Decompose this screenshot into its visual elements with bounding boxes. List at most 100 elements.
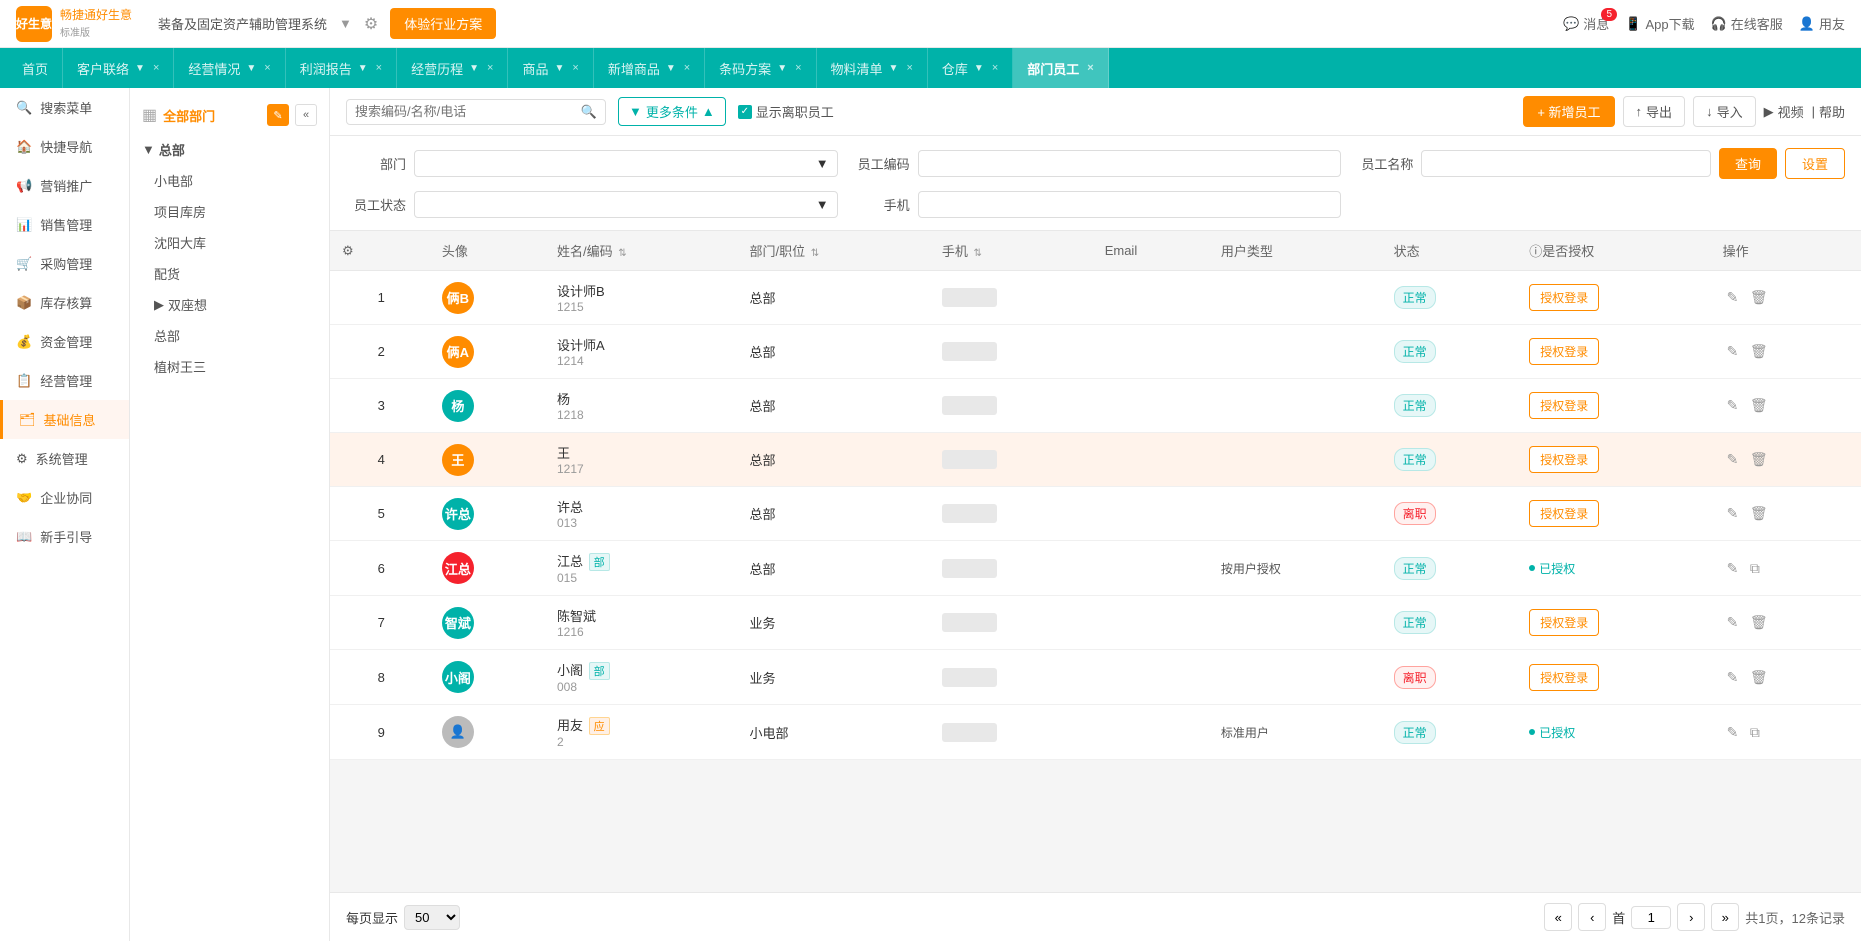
query-btn[interactable]: 查询 (1719, 148, 1777, 179)
more-filter-btn[interactable]: ▼ 更多条件 ▲ (618, 97, 726, 126)
help-btn[interactable]: | 帮助 (1812, 96, 1845, 127)
edit-btn[interactable]: ✎ (1723, 395, 1743, 416)
tab-goods[interactable]: 商品 ▼ × (508, 48, 593, 88)
tab-operation-status[interactable]: 经营情况 ▼ × (174, 48, 285, 88)
auth-login-btn[interactable]: 授权登录 (1529, 392, 1599, 419)
delete-btn[interactable]: 🗑 (1746, 503, 1772, 524)
emp-name-input[interactable] (1421, 150, 1711, 177)
sidebar-item-inventory[interactable]: 📦 库存核算 (0, 283, 129, 322)
settings-icon[interactable]: ⚙ (364, 14, 378, 34)
edit-btn[interactable]: ✎ (1723, 667, 1743, 688)
col-name[interactable]: 姓名/编码 ⇅ (545, 231, 737, 271)
export-btn[interactable]: ↑ 导出 (1623, 96, 1686, 127)
dept-tree-item-zhishu[interactable]: 植树王三 (130, 351, 329, 382)
dept-tree-item-root[interactable]: ▼ 总部 (130, 134, 329, 165)
emp-code-input[interactable] (918, 150, 1342, 177)
tab-biz-journey[interactable]: 经营历程 ▼ × (397, 48, 508, 88)
dept-select[interactable]: ▼ (414, 150, 838, 177)
first-page-btn[interactable]: « (1544, 903, 1572, 931)
delete-btn[interactable]: 🗑 (1746, 667, 1772, 688)
sidebar-item-guide[interactable]: 📖 新手引导 (0, 517, 129, 556)
last-page-btn[interactable]: » (1711, 903, 1739, 931)
tab-biz-journey-close[interactable]: × (487, 62, 493, 74)
sidebar-item-enterprise[interactable]: 🤝 企业协同 (0, 478, 129, 517)
add-employee-btn[interactable]: + 新增员工 (1523, 96, 1614, 127)
auth-login-btn[interactable]: 授权登录 (1529, 609, 1599, 636)
tab-op-close[interactable]: × (264, 62, 270, 74)
tab-profit-close[interactable]: × (376, 62, 382, 74)
tab-warehouse-close[interactable]: × (992, 62, 998, 74)
show-resigned-toggle[interactable]: ✓ 显示离职员工 (738, 102, 834, 121)
search-input-wrapper[interactable]: 🔍 (346, 99, 606, 125)
tab-warehouse[interactable]: 仓库 ▼ × (928, 48, 1013, 88)
tab-customer-close[interactable]: × (153, 62, 159, 74)
tab-barcode-close[interactable]: × (795, 62, 801, 74)
tab-bom[interactable]: 物料清单 ▼ × (817, 48, 928, 88)
system-title-arrow[interactable]: ▼ (339, 16, 352, 31)
tab-profit[interactable]: 利润报告 ▼ × (286, 48, 397, 88)
col-phone[interactable]: 手机 ⇅ (930, 231, 1093, 271)
sidebar-item-operation[interactable]: 📋 经营管理 (0, 361, 129, 400)
delete-btn[interactable]: 🗑 (1746, 612, 1772, 633)
dept-tree-item-library[interactable]: 项目库房 (130, 196, 329, 227)
dept-tree-item-shenyang[interactable]: 沈阳大库 (130, 227, 329, 258)
user-avatar-item[interactable]: 👤 用友 (1799, 14, 1845, 33)
auth-login-btn[interactable]: 授权登录 (1529, 338, 1599, 365)
search-submit-icon[interactable]: 🔍 (581, 104, 597, 120)
col-settings[interactable]: ⚙ (330, 231, 366, 271)
emp-status-select[interactable]: ▼ (414, 191, 838, 218)
online-service-item[interactable]: 🎧 在线客服 (1711, 14, 1783, 33)
delete-btn[interactable]: 🗑 (1746, 395, 1772, 416)
delete-btn[interactable]: 🗑 (1746, 341, 1772, 362)
dept-tree-item-shuangzuo[interactable]: ▶ 双座想 (130, 289, 329, 320)
edit-btn[interactable]: ✎ (1723, 612, 1743, 633)
edit-btn[interactable]: ✎ (1723, 341, 1743, 362)
edit-btn[interactable]: ✎ (1723, 449, 1743, 470)
dept-tree-item-xiaodian[interactable]: 小电部 (130, 165, 329, 196)
message-icon-item[interactable]: 💬 消息 5 (1563, 14, 1609, 33)
auth-login-btn[interactable]: 授权登录 (1529, 284, 1599, 311)
dept-tree-item-zongbu[interactable]: 总部 (130, 320, 329, 351)
dept-tree-item-distribution[interactable]: 配货 (130, 258, 329, 289)
settings-btn[interactable]: 设置 (1785, 148, 1845, 179)
trial-button[interactable]: 体验行业方案 (390, 8, 496, 39)
sidebar-item-finance[interactable]: 💰 资金管理 (0, 322, 129, 361)
auth-login-btn[interactable]: 授权登录 (1529, 446, 1599, 473)
edit-btn[interactable]: ✎ (1723, 503, 1743, 524)
copy-btn[interactable]: ⧉ (1746, 558, 1764, 579)
page-number-input[interactable] (1631, 906, 1671, 929)
page-size-dropdown[interactable]: 50 100 200 (404, 905, 460, 930)
tab-bom-close[interactable]: × (906, 62, 912, 74)
auth-login-btn[interactable]: 授权登录 (1529, 500, 1599, 527)
sidebar-item-basic[interactable]: 🗂 基础信息 (0, 400, 129, 439)
copy-btn[interactable]: ⧉ (1746, 722, 1764, 743)
tab-add-goods[interactable]: 新增商品 ▼ × (594, 48, 705, 88)
tab-dept-employee[interactable]: 部门员工 × (1013, 48, 1108, 88)
tab-goods-close[interactable]: × (572, 62, 578, 74)
sidebar-item-search[interactable]: 🔍 搜索菜单 (0, 88, 129, 127)
search-input[interactable] (355, 104, 575, 119)
view-btn[interactable]: ▶ 视频 (1764, 96, 1804, 127)
app-download-item[interactable]: 📱 App下载 (1625, 14, 1694, 33)
phone-input[interactable] (918, 191, 1342, 218)
sidebar-item-system[interactable]: ⚙ 系统管理 (0, 439, 129, 478)
tab-customer[interactable]: 客户联络 ▼ × (63, 48, 174, 88)
dept-collapse-btn[interactable]: « (295, 104, 317, 126)
auth-login-btn[interactable]: 授权登录 (1529, 664, 1599, 691)
sidebar-item-quick-nav[interactable]: 🏠 快捷导航 (0, 127, 129, 166)
tab-add-goods-close[interactable]: × (684, 62, 690, 74)
import-btn[interactable]: ↓ 导入 (1693, 96, 1756, 127)
show-resigned-checkbox[interactable]: ✓ (738, 105, 752, 119)
sidebar-item-marketing[interactable]: 📢 营销推广 (0, 166, 129, 205)
col-dept[interactable]: 部门/职位 ⇅ (737, 231, 929, 271)
tab-barcode[interactable]: 条码方案 ▼ × (705, 48, 816, 88)
tab-dept-employee-close[interactable]: × (1087, 62, 1093, 74)
dept-edit-btn[interactable]: ✎ (267, 104, 289, 126)
edit-btn[interactable]: ✎ (1723, 558, 1743, 579)
all-dept-label[interactable]: 全部部门 (163, 106, 261, 125)
edit-btn[interactable]: ✎ (1723, 722, 1743, 743)
sidebar-item-purchase[interactable]: 🛒 采购管理 (0, 244, 129, 283)
delete-btn[interactable]: 🗑 (1746, 287, 1772, 308)
edit-btn[interactable]: ✎ (1723, 287, 1743, 308)
delete-btn[interactable]: 🗑 (1746, 449, 1772, 470)
